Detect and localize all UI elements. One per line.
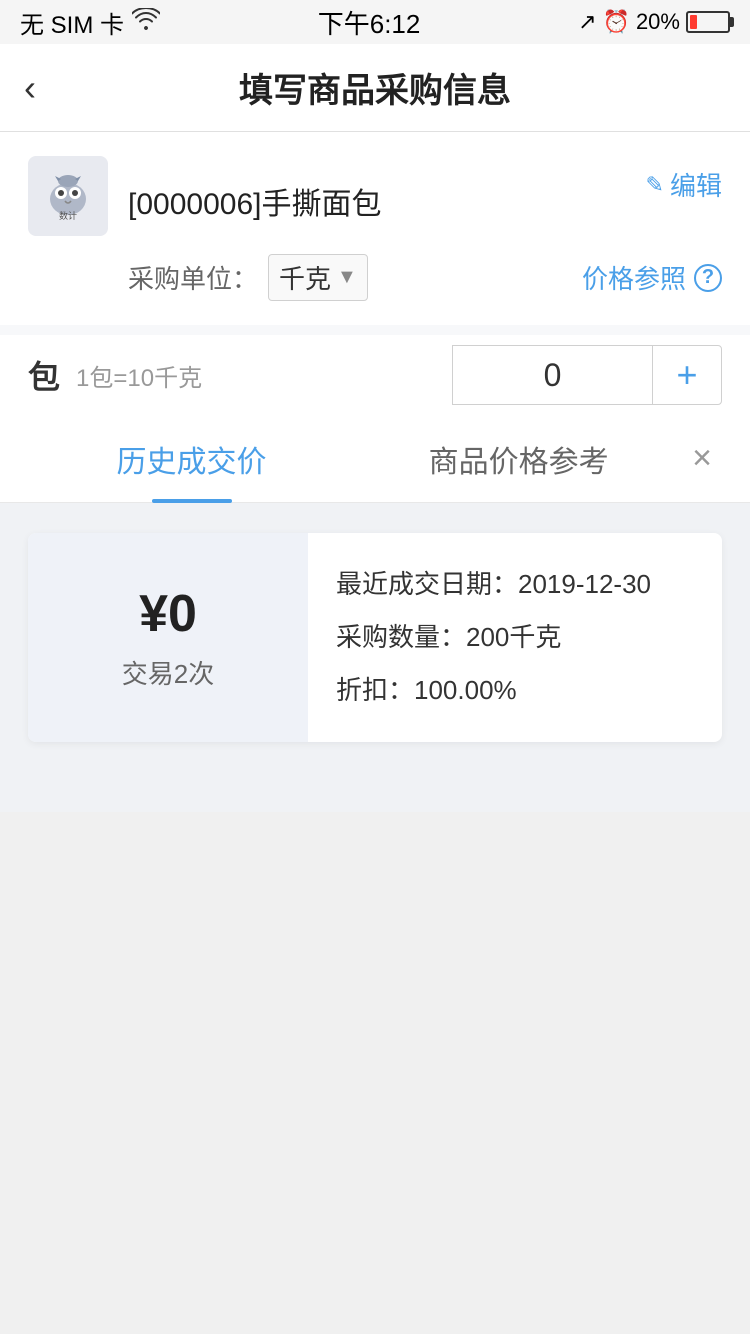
detail-qty-label: 采购数量：: [336, 622, 466, 652]
detail-discount-value: 100.00%: [414, 675, 517, 705]
product-card: 数计 [0000006]手撕面包 ✎ 编辑 采购单位： 千克 ▼ 价格参照 ?: [0, 132, 750, 325]
tab-history-price[interactable]: 历史成交价: [28, 415, 355, 503]
tab-header: 历史成交价 商品价格参考 ×: [0, 415, 750, 503]
battery-percent: 20%: [636, 9, 680, 35]
quantity-input-group: +: [452, 345, 722, 405]
time-display: 下午6:12: [318, 4, 421, 41]
battery-icon: [686, 11, 730, 33]
unit-label-text: 采购单位：: [128, 259, 258, 296]
history-content: ¥0 交易2次 最近成交日期：2019-12-30 采购数量：200千克 折扣：…: [0, 503, 750, 772]
product-left: 数计 [0000006]手撕面包: [28, 156, 381, 236]
back-button[interactable]: ‹: [24, 67, 36, 109]
nav-bar: ‹ 填写商品采购信息: [0, 44, 750, 132]
page-title: 填写商品采购信息: [239, 63, 511, 112]
battery-fill: [690, 15, 697, 29]
quantity-plus-button[interactable]: +: [652, 345, 722, 405]
owl-logo-icon: 数计: [43, 171, 93, 221]
status-bar: 无 SIM 卡 下午6:12 ↗ ⏰ 20%: [0, 0, 750, 44]
edit-icon: ✎: [646, 172, 664, 198]
tab-price-ref[interactable]: 商品价格参考: [355, 415, 682, 503]
location-icon: ↗: [578, 9, 596, 35]
unit-hint: 1包=10千克: [76, 358, 202, 393]
detail-row-date: 最近成交日期：2019-12-30: [336, 565, 694, 604]
history-details: 最近成交日期：2019-12-30 采购数量：200千克 折扣：100.00%: [308, 533, 722, 742]
unit-badge: 包: [28, 352, 60, 398]
wifi-icon: [132, 8, 160, 37]
tab-price-ref-label: 商品价格参考: [429, 437, 609, 481]
edit-label: 编辑: [670, 166, 722, 203]
price-value: 0: [168, 585, 197, 643]
detail-date-value: 2019-12-30: [518, 569, 651, 599]
quantity-separator: [0, 325, 750, 335]
tab-panel: 历史成交价 商品价格参考 × ¥0 交易2次 最近成交日期：2019-12-30…: [0, 415, 750, 812]
status-left: 无 SIM 卡: [20, 5, 160, 40]
unit-select[interactable]: 千克 ▼: [268, 254, 368, 301]
detail-row-quantity: 采购数量：200千克: [336, 618, 694, 657]
history-card: ¥0 交易2次 最近成交日期：2019-12-30 采购数量：200千克 折扣：…: [28, 533, 722, 742]
tab-history-label: 历史成交价: [117, 437, 267, 481]
price-ref-button[interactable]: 价格参照 ?: [582, 259, 722, 296]
product-header: 数计 [0000006]手撕面包 ✎ 编辑: [28, 156, 722, 236]
dropdown-icon: ▼: [337, 266, 357, 289]
quantity-unit: 包 1包=10千克: [28, 352, 202, 398]
alarm-icon: ⏰: [603, 9, 630, 35]
unit-value: 千克: [279, 259, 331, 296]
history-transactions: 交易2次: [122, 654, 214, 691]
detail-qty-value: 200千克: [466, 622, 561, 652]
product-image: 数计: [28, 156, 108, 236]
product-name: [0000006]手撕面包: [128, 179, 381, 223]
price-symbol: ¥: [139, 585, 168, 643]
unit-label: 采购单位： 千克 ▼: [128, 254, 368, 301]
detail-discount-label: 折扣：: [336, 675, 414, 705]
history-price-section: ¥0 交易2次: [28, 533, 308, 742]
history-price: ¥0: [139, 584, 197, 644]
price-ref-label: 价格参照: [582, 259, 686, 296]
carrier-text: 无 SIM 卡: [20, 5, 124, 40]
svg-text:数计: 数计: [59, 210, 77, 221]
help-icon: ?: [694, 264, 722, 292]
detail-row-discount: 折扣：100.00%: [336, 671, 694, 710]
product-unit-row: 采购单位： 千克 ▼ 价格参照 ?: [128, 254, 722, 301]
detail-date-label: 最近成交日期：: [336, 569, 518, 599]
quantity-row: 包 1包=10千克 +: [0, 335, 750, 415]
tab-close-button[interactable]: ×: [682, 429, 722, 488]
quantity-input[interactable]: [452, 345, 652, 405]
status-right: ↗ ⏰ 20%: [578, 9, 730, 35]
edit-button[interactable]: ✎ 编辑: [646, 166, 722, 203]
